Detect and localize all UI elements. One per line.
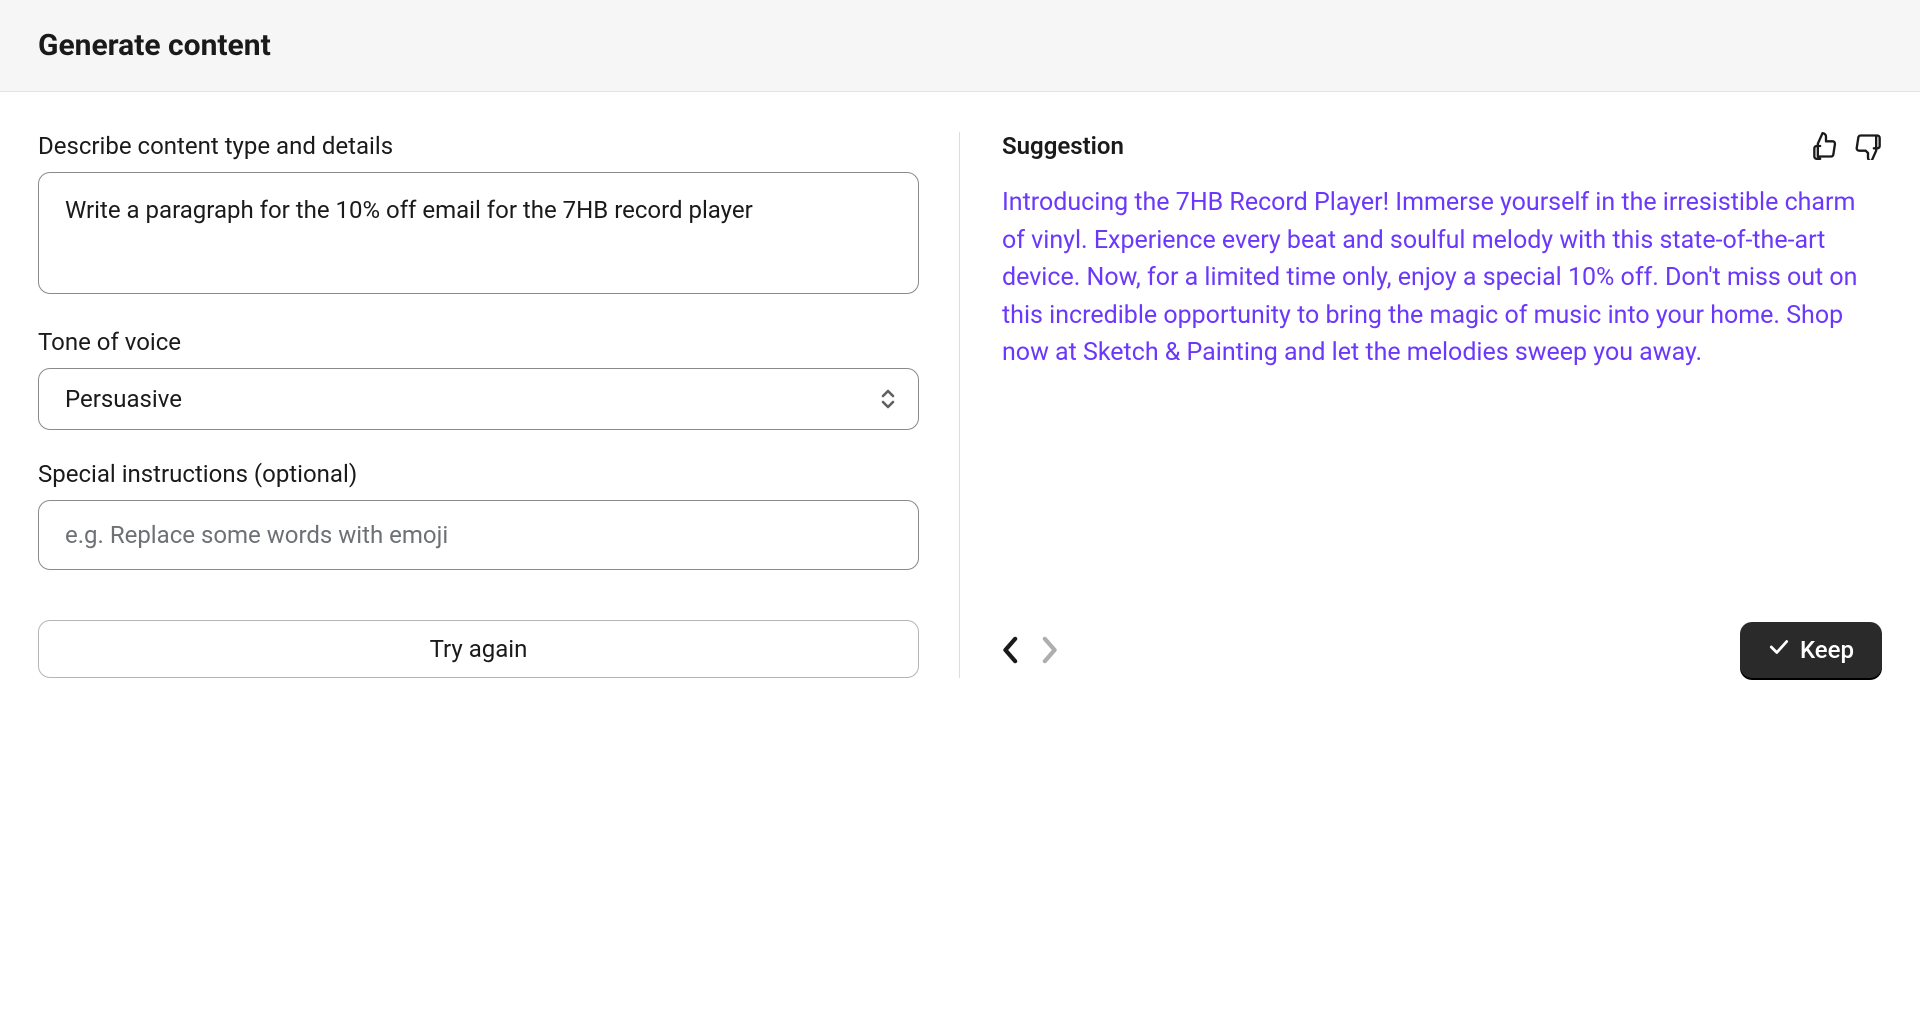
pagination	[1002, 636, 1058, 664]
suggestion-title: Suggestion	[1002, 132, 1124, 160]
thumbs-down-icon[interactable]	[1854, 132, 1882, 160]
tone-select[interactable]: Persuasive	[38, 368, 919, 430]
tone-label: Tone of voice	[38, 328, 919, 356]
main-content: Describe content type and details Tone o…	[0, 92, 1920, 718]
instructions-input[interactable]	[38, 500, 919, 570]
chevron-right-icon	[1040, 636, 1058, 664]
thumbs-up-icon[interactable]	[1812, 132, 1840, 160]
page-title: Generate content	[38, 28, 1882, 63]
suggestion-header: Suggestion	[1002, 132, 1882, 160]
keep-button-label: Keep	[1800, 636, 1854, 664]
header-bar: Generate content	[0, 0, 1920, 92]
suggestion-text: Introducing the 7HB Record Player! Immer…	[1002, 184, 1882, 542]
suggestion-footer: Keep	[1002, 622, 1882, 678]
check-icon	[1768, 636, 1790, 664]
instructions-label: Special instructions (optional)	[38, 460, 919, 488]
try-again-button[interactable]: Try again	[38, 620, 919, 678]
describe-label: Describe content type and details	[38, 132, 919, 160]
describe-input[interactable]	[38, 172, 919, 294]
form-panel: Describe content type and details Tone o…	[38, 132, 960, 678]
keep-button[interactable]: Keep	[1740, 622, 1882, 678]
tone-select-wrapper: Persuasive	[38, 368, 919, 430]
feedback-icons	[1812, 132, 1882, 160]
chevron-left-icon[interactable]	[1002, 636, 1020, 664]
suggestion-panel: Suggestion Introducing the 7HB Record Pl…	[960, 132, 1882, 678]
